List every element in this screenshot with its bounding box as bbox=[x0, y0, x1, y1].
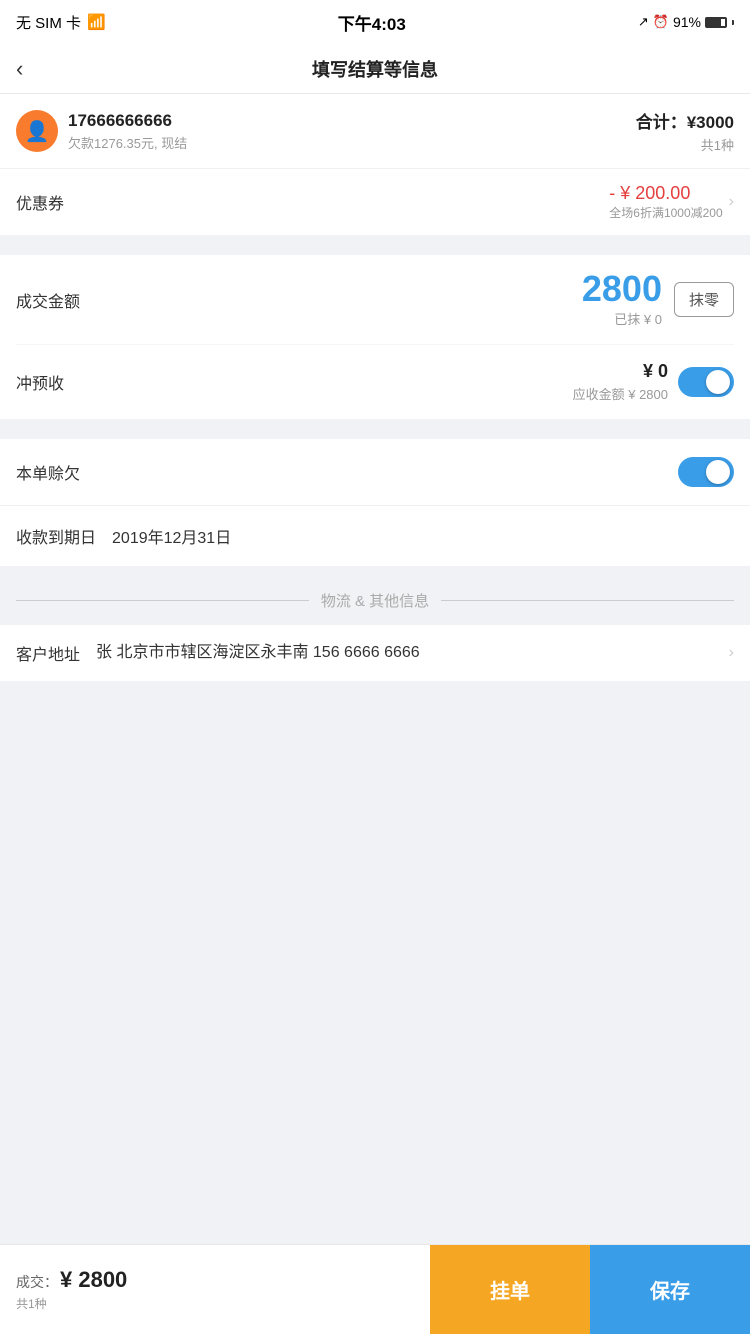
address-value: 张 北京市市辖区海淀区永丰南 156 6666 6666 bbox=[96, 642, 729, 664]
user-left: 👤 17666666666 欠款1276.35元, 现结 bbox=[16, 110, 187, 152]
status-left: 无 SIM 卡 📶 bbox=[16, 12, 106, 33]
battery-tip bbox=[732, 20, 734, 25]
ben-dan-row: 本单赊欠 bbox=[0, 439, 750, 505]
address-row[interactable]: 客户地址 张 北京市市辖区海淀区永丰南 156 6666 6666 › bbox=[0, 625, 750, 681]
due-date-value: 2019年12月31日 bbox=[112, 524, 231, 548]
logistics-divider-text: 物流 & 其他信息 bbox=[321, 590, 429, 611]
logistics-divider: 物流 & 其他信息 bbox=[0, 576, 750, 625]
empty-space bbox=[0, 691, 750, 891]
divider-line-right bbox=[441, 600, 734, 601]
total-count: 共1种 bbox=[636, 135, 734, 154]
coupon-row[interactable]: 优惠券 - ¥ 200.00 全场6折满1000减200 › bbox=[0, 169, 750, 235]
due-date-card: 收款到期日 2019年12月31日 bbox=[0, 506, 750, 566]
user-info: 17666666666 欠款1276.35元, 现结 bbox=[68, 111, 187, 152]
bottom-space bbox=[0, 681, 750, 691]
chong-receivable: 应收金额 ¥ 2800 bbox=[573, 384, 668, 403]
ben-dan-toggle[interactable] bbox=[678, 457, 734, 487]
chong-values: ¥ 0 应收金额 ¥ 2800 bbox=[573, 361, 668, 403]
back-button[interactable]: ‹ bbox=[16, 56, 23, 82]
chong-amount: ¥ 0 bbox=[573, 361, 668, 382]
user-row: 👤 17666666666 欠款1276.35元, 现结 合计：¥3000 共1… bbox=[0, 94, 750, 169]
total-amount: 合计：¥3000 bbox=[636, 108, 734, 133]
status-time: 下午4:03 bbox=[338, 10, 406, 35]
bottom-deal-label-row: 成交： ¥ 2800 bbox=[16, 1267, 414, 1293]
user-phone: 17666666666 bbox=[68, 111, 187, 131]
status-bar: 无 SIM 卡 📶 下午4:03 ↗ ⏰ 91% bbox=[0, 0, 750, 44]
carrier-text: 无 SIM 卡 bbox=[16, 12, 81, 33]
page-title: 填写结算等信息 bbox=[312, 56, 438, 82]
battery-bar bbox=[705, 17, 727, 28]
avatar-icon: 👤 bbox=[25, 119, 50, 144]
user-info-card: 👤 17666666666 欠款1276.35元, 现结 合计：¥3000 共1… bbox=[0, 94, 750, 235]
deal-amount-value: 2800 bbox=[582, 271, 662, 307]
avatar: 👤 bbox=[16, 110, 58, 152]
due-date-label: 收款到期日 bbox=[16, 524, 96, 548]
deal-right-group: 2800 已抹 ¥ 0 抹零 bbox=[582, 271, 734, 328]
save-button-label: 保存 bbox=[650, 1275, 690, 1304]
wifi-icon: 📶 bbox=[87, 13, 106, 31]
hang-button-label: 挂单 bbox=[490, 1275, 530, 1304]
bottom-summary: 成交： ¥ 2800 共1种 bbox=[0, 1267, 430, 1312]
section-divider-1 bbox=[0, 245, 750, 255]
coupon-chevron-icon: › bbox=[729, 193, 734, 211]
deal-amount-row: 成交金额 2800 已抹 ¥ 0 抹零 bbox=[16, 255, 734, 345]
nav-bar: ‹ 填写结算等信息 bbox=[0, 44, 750, 94]
due-date-row: 收款到期日 2019年12月31日 bbox=[0, 506, 750, 566]
coupon-description: 全场6折满1000减200 bbox=[609, 204, 722, 221]
section-divider-2 bbox=[0, 429, 750, 439]
bottom-bar: 成交： ¥ 2800 共1种 挂单 保存 bbox=[0, 1244, 750, 1334]
ben-dan-card: 本单赊欠 bbox=[0, 439, 750, 505]
coupon-discount: - ¥ 200.00 bbox=[609, 183, 722, 204]
deal-amount-section: 成交金额 2800 已抹 ¥ 0 抹零 冲预收 ¥ 0 应收金额 ¥ 2800 bbox=[0, 255, 750, 419]
user-debt-info: 欠款1276.35元, 现结 bbox=[68, 133, 187, 152]
hang-button[interactable]: 挂单 bbox=[430, 1245, 590, 1334]
chong-toggle[interactable] bbox=[678, 367, 734, 397]
address-label: 客户地址 bbox=[16, 641, 80, 665]
deal-values: 2800 已抹 ¥ 0 bbox=[582, 271, 662, 328]
bottom-deal-amount: ¥ 2800 bbox=[60, 1267, 127, 1293]
chong-right: ¥ 0 应收金额 ¥ 2800 bbox=[573, 361, 734, 403]
address-chevron-icon: › bbox=[729, 644, 734, 662]
chong-yushou-row: 冲预收 ¥ 0 应收金额 ¥ 2800 bbox=[16, 345, 734, 419]
chong-yushou-label: 冲预收 bbox=[16, 370, 64, 394]
bottom-count: 共1种 bbox=[16, 1295, 414, 1312]
alarm-icon: ⏰ bbox=[653, 14, 669, 30]
bottom-deal-label: 成交： bbox=[16, 1272, 58, 1292]
status-right: ↗ ⏰ 91% bbox=[638, 14, 734, 30]
location-icon: ↗ bbox=[638, 14, 649, 30]
deal-erased-text: 已抹 ¥ 0 bbox=[582, 309, 662, 328]
coupon-label: 优惠券 bbox=[16, 190, 64, 214]
coupon-right: - ¥ 200.00 全场6折满1000减200 › bbox=[609, 183, 734, 221]
round-zero-button[interactable]: 抹零 bbox=[674, 282, 734, 317]
divider-line-left bbox=[16, 600, 309, 601]
battery-percent: 91% bbox=[673, 14, 701, 30]
content: 👤 17666666666 欠款1276.35元, 现结 合计：¥3000 共1… bbox=[0, 94, 750, 981]
user-total: 合计：¥3000 共1种 bbox=[636, 108, 734, 154]
deal-amount-label: 成交金额 bbox=[16, 288, 80, 312]
ben-dan-label: 本单赊欠 bbox=[16, 460, 80, 484]
save-button[interactable]: 保存 bbox=[590, 1245, 750, 1334]
